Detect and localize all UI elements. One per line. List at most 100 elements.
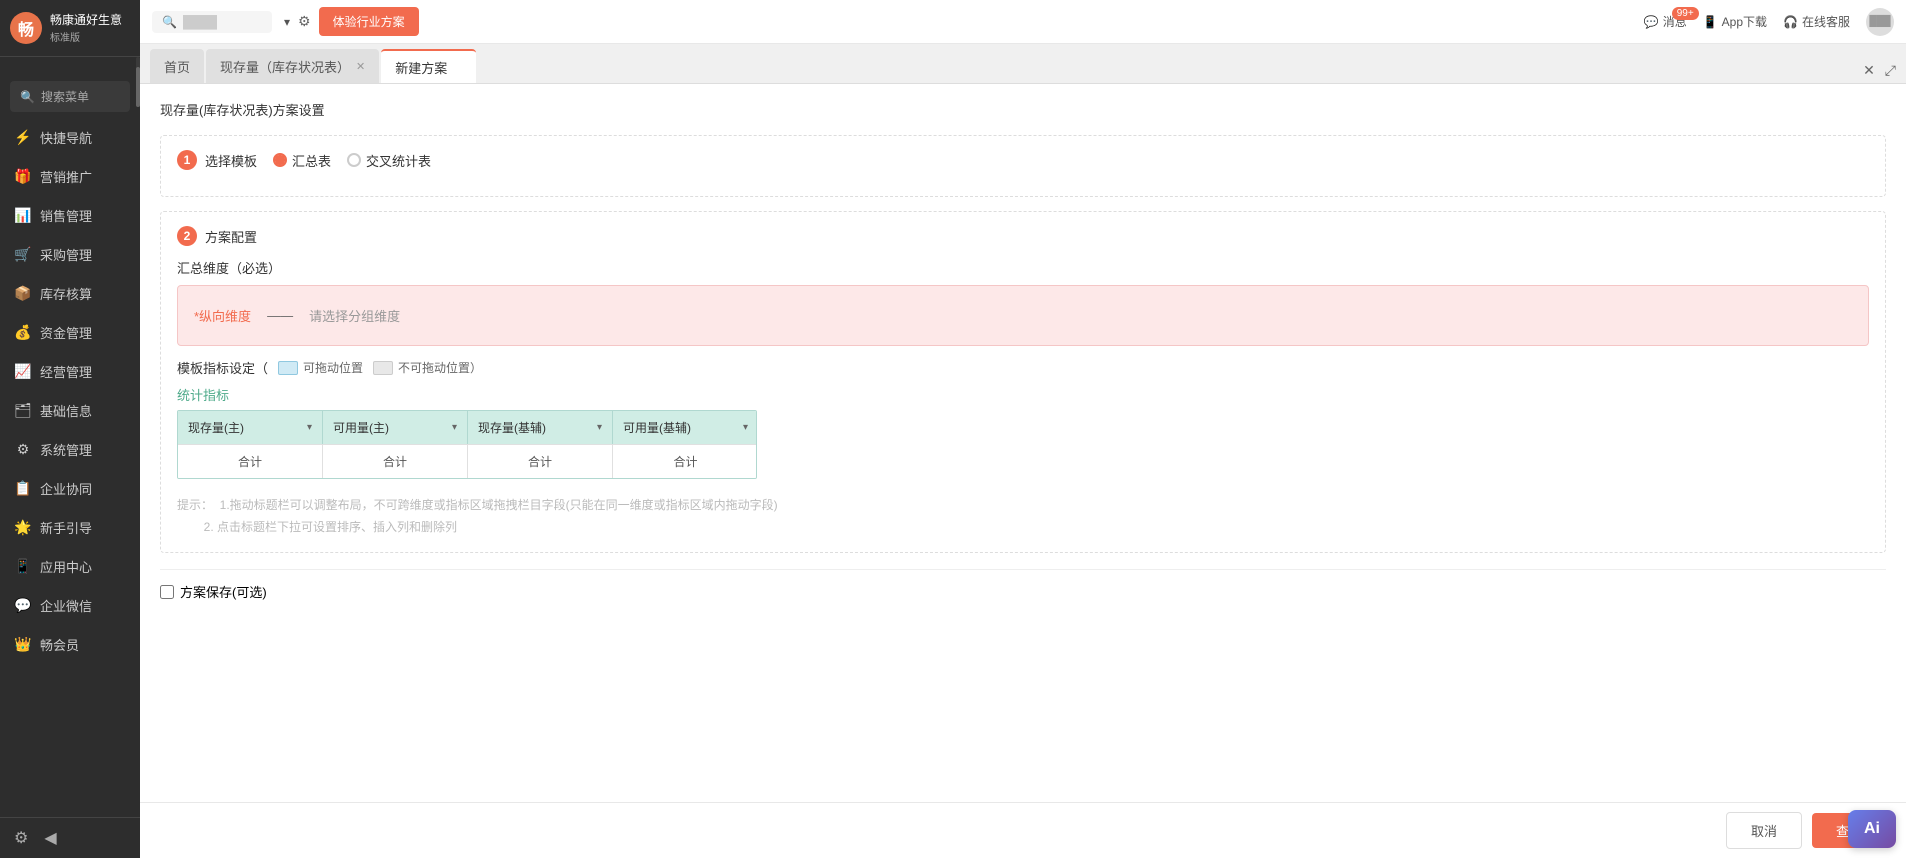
radio-summary[interactable]: 汇总表 [273,151,331,170]
sidebar-item-enterprise[interactable]: 📋 企业协同 [0,469,140,508]
sidebar-item-label: 畅会员 [40,635,79,654]
col-header-label-1: 可用量(主) [333,419,389,436]
sidebar-item-sales[interactable]: 📊 销售管理 [0,196,140,235]
col-header-0[interactable]: 现存量(主) ▾ [178,411,323,444]
expand-icon[interactable]: ⤢ [1885,62,1896,79]
section2-num: 2 [177,226,197,246]
sidebar-search[interactable]: 🔍 搜索菜单 [10,81,130,112]
sidebar-item-label: 系统管理 [40,440,92,459]
search-icon: 🔍 [20,90,35,104]
operation-icon: 📈 [14,363,32,380]
stats-title: 统计指标 [177,385,1869,404]
sidebar-item-member[interactable]: 👑 畅会员 [0,625,140,664]
sidebar-item-inventory[interactable]: 📦 库存核算 [0,274,140,313]
industry-btn[interactable]: 体验行业方案 [319,7,419,36]
page-title: 现存量(库存状况表)方案设置 [160,100,1886,119]
col-dropdown-1[interactable]: ▾ [452,422,457,433]
avatar[interactable]: ███ [1866,8,1894,36]
app-name: 畅康通好生意 [50,12,122,29]
tab-home[interactable]: 首页 [150,49,204,83]
basic-icon: 🗂 [14,402,32,419]
radio-cross[interactable]: 交叉统计表 [347,151,431,170]
newbie-icon: 🌟 [14,519,32,536]
radio-cross-circle [347,153,361,167]
tab-new-plan[interactable]: 新建方案 ✕ [381,49,476,83]
member-icon: 👑 [14,636,32,653]
sidebar-item-label: 营销推广 [40,167,92,186]
col-dropdown-3[interactable]: ▾ [743,422,748,433]
movable-box [278,361,298,375]
tab-bar: 首页 现存量（库存状况表） ✕ 新建方案 ✕ ✕ ⤢ [140,44,1906,84]
sidebar-item-finance[interactable]: 💰 资金管理 [0,313,140,352]
col-body-1: 合计 [323,444,468,478]
sales-icon: 📊 [14,207,32,224]
section1-title: 选择模板 [205,151,257,170]
metrics-label-text: 模板指标设定（ [177,358,268,377]
sidebar-item-wechat[interactable]: 💬 企业微信 [0,586,140,625]
dimension-label: 汇总维度（必选） [177,258,1869,277]
sidebar-item-basic[interactable]: 🗂 基础信息 [0,391,140,430]
col-dropdown-2[interactable]: ▾ [597,422,602,433]
message-badge: 99+ [1672,7,1699,20]
tab-new-plan-close[interactable]: ✕ [453,61,462,74]
ai-button[interactable]: Ai [1848,810,1896,848]
message-btn[interactable]: 💬 消息 99+ [1644,13,1687,30]
sidebar-item-label: 快捷导航 [40,128,92,147]
col-header-3[interactable]: 可用量(基辅) ▾ [613,411,757,444]
header-search-icon: 🔍 [162,15,177,29]
tab-inventory-close[interactable]: ✕ [356,60,365,73]
tab-new-plan-label: 新建方案 [395,58,447,77]
settings-icon[interactable]: ⚙ [14,828,28,848]
sidebar-item-marketing[interactable]: 🎁 营销推广 [0,157,140,196]
content-area: 现存量(库存状况表)方案设置 1 选择模板 汇总表 交叉统计表 [140,84,1906,802]
header-left: 🔍 ████ ▾ ⚙ 体验行业方案 [152,7,1634,36]
dimension-placeholder[interactable]: 请选择分组维度 [309,306,400,325]
header-dropdown[interactable]: ▾ [280,15,290,29]
col-dropdown-0[interactable]: ▾ [307,422,312,433]
header-gear-icon[interactable]: ⚙ [298,13,311,30]
movable-label: 可拖动位置 [303,359,363,376]
online-service-btn[interactable]: 🎧 在线客服 [1783,13,1850,30]
sidebar-item-quick-nav[interactable]: ⚡ 快捷导航 [0,118,140,157]
search-label: 搜索菜单 [41,88,89,105]
save-section: 方案保存(可选) [160,569,1886,601]
footer: 取消 查询 [140,802,1906,858]
header-right: 💬 消息 99+ 📱 App下载 🎧 在线客服 ███ [1644,8,1894,36]
col-header-label-3: 可用量(基辅) [623,419,691,436]
tab-inventory[interactable]: 现存量（库存状况表） ✕ [206,49,379,83]
col-body-0: 合计 [178,444,323,478]
save-checkbox[interactable] [160,585,174,599]
col-header-2[interactable]: 现存量(基辅) ▾ [468,411,613,444]
app-download-btn[interactable]: 📱 App下载 [1703,13,1767,30]
sidebar-item-system[interactable]: ⚙ 系统管理 [0,430,140,469]
section-choose-template: 1 选择模板 汇总表 交叉统计表 [160,135,1886,197]
tips: 提示： 1.拖动标题栏可以调整布局，不可跨维度或指标区域拖拽栏目字段(只能在同一… [177,495,1869,538]
col-header-1[interactable]: 可用量(主) ▾ [323,411,468,444]
template-radio-group: 汇总表 交叉统计表 [273,151,431,170]
tab-bar-actions: ✕ ⤢ [1863,62,1896,83]
sidebar-item-newbie[interactable]: 🌟 新手引导 [0,508,140,547]
cancel-button[interactable]: 取消 [1726,812,1802,849]
sidebar-logo: 畅 畅康通好生意 标准版 [0,0,140,57]
section2-title: 方案配置 [205,227,257,246]
stats-table: 现存量(主) ▾ 可用量(主) ▾ 现存量(基辅) ▾ [177,410,757,479]
sidebar-item-label: 资金管理 [40,323,92,342]
collapse-icon[interactable]: ◀ [44,828,56,848]
sidebar-item-label: 新手引导 [40,518,92,537]
save-label: 方案保存(可选) [180,582,267,601]
system-icon: ⚙ [14,441,32,458]
sidebar-item-label: 销售管理 [40,206,92,225]
sidebar-item-purchase[interactable]: 🛒 采购管理 [0,235,140,274]
top-header: 🔍 ████ ▾ ⚙ 体验行业方案 💬 消息 99+ 📱 App下载 🎧 [140,0,1906,44]
movable-indicator: 可拖动位置 [278,359,363,376]
tip-1: 提示： 1.拖动标题栏可以调整布局，不可跨维度或指标区域拖拽栏目字段(只能在同一… [177,495,1869,517]
col-body-2: 合计 [468,444,613,478]
chevron-down-icon: ▾ [284,15,290,29]
sidebar-item-app-center[interactable]: 📱 应用中心 [0,547,140,586]
close-window-icon[interactable]: ✕ [1863,62,1875,79]
app-center-icon: 📱 [14,558,32,575]
header-search[interactable]: 🔍 ████ [152,11,272,33]
col-header-label-0: 现存量(主) [188,419,244,436]
sidebar-item-label: 库存核算 [40,284,92,303]
sidebar-item-operation[interactable]: 📈 经营管理 [0,352,140,391]
